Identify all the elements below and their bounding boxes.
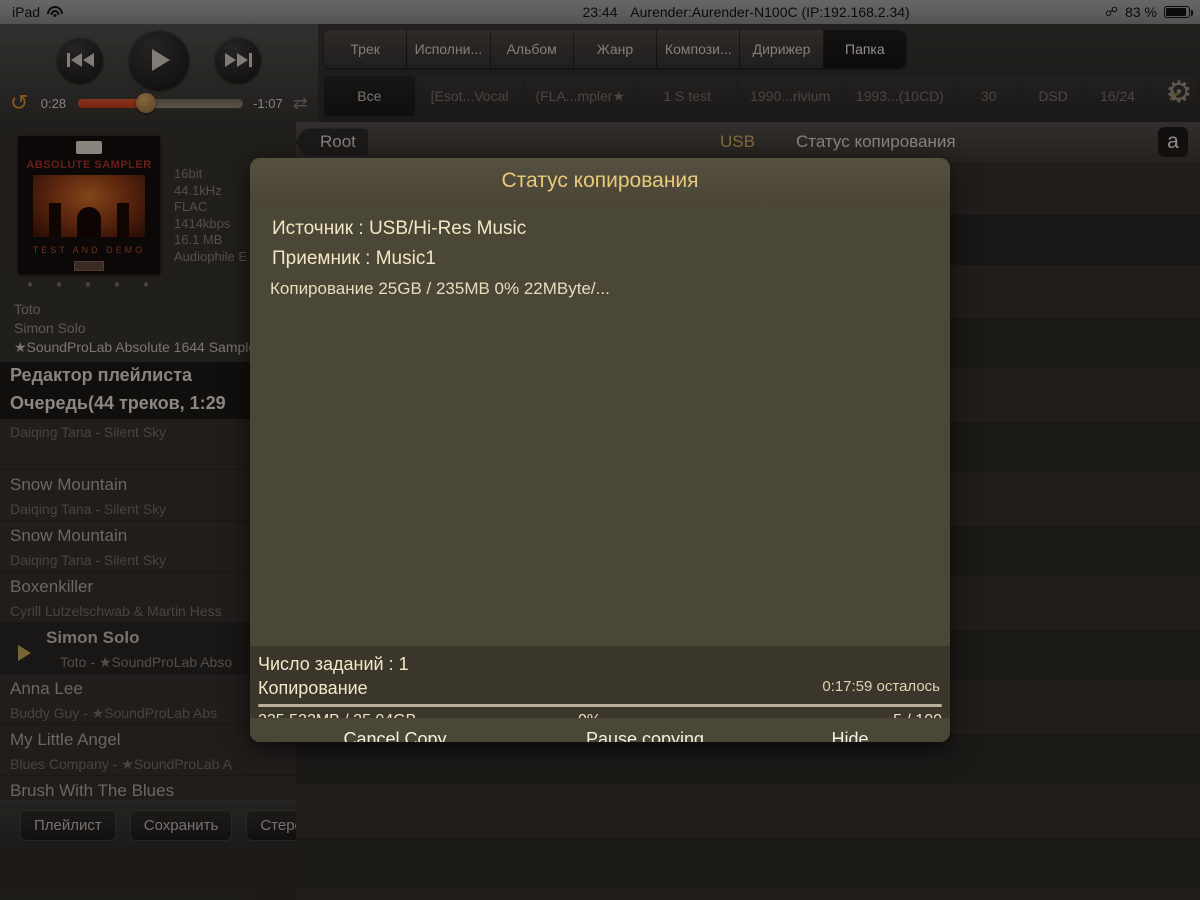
dialog-source: Источник : USB/Hi-Res Music bbox=[272, 218, 527, 239]
dialog-copy-line: Копирование 25GB / 235MB 0% 22MByte/... bbox=[270, 279, 610, 298]
dialog-jobs: Число заданий : 1 bbox=[258, 654, 409, 674]
dialog-body: Источник : USB/Hi-Res Music Приемник : M… bbox=[250, 204, 950, 742]
dialog-action-button[interactable]: Cancel Copy bbox=[250, 729, 540, 743]
dialog-progress-bar bbox=[258, 704, 942, 707]
dialog-target: Приемник : Music1 bbox=[272, 248, 436, 269]
dialog-remaining: 0:17:59 осталось bbox=[822, 678, 940, 695]
dialog-action-button[interactable]: Hide bbox=[750, 729, 950, 743]
copy-status-dialog: Статус копирования Источник : USB/Hi-Res… bbox=[250, 158, 950, 742]
app-root: iPad 23:44 Aurender:Aurender-N100C (IP:1… bbox=[0, 0, 1200, 900]
dialog-action-button[interactable]: Pause copying bbox=[540, 729, 750, 743]
dialog-actions: Cancel Copy Pause copying Hide bbox=[250, 718, 950, 742]
dialog-info: Источник : USB/Hi-Res Music Приемник : M… bbox=[250, 204, 950, 304]
dialog-title: Статус копирования bbox=[250, 158, 950, 204]
